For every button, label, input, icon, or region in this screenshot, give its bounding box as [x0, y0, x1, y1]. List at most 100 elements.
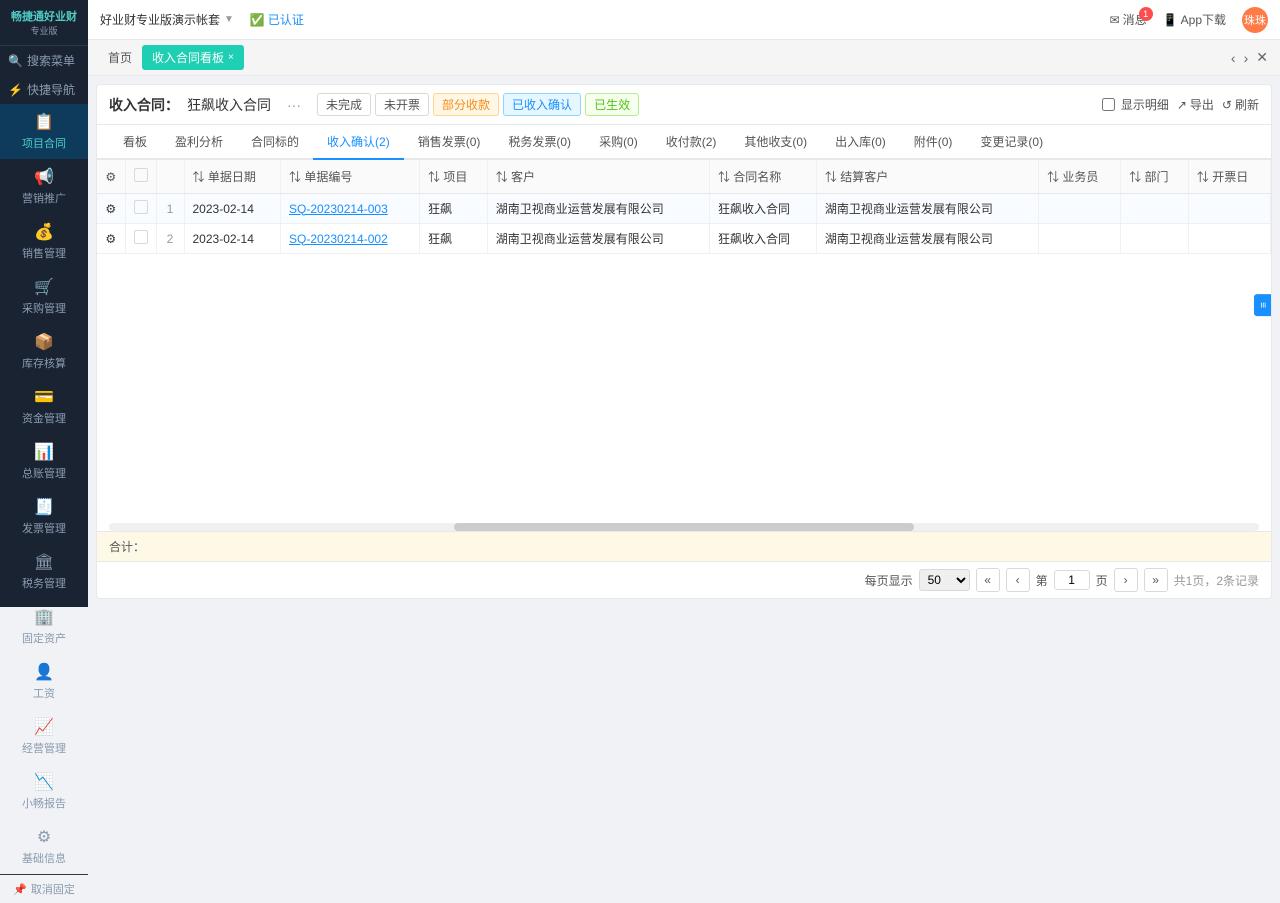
- th-department-label: ⇅ 部门: [1129, 170, 1168, 184]
- sub-tab-2[interactable]: 合同标的: [237, 125, 313, 160]
- sidebar-icon-invoice: 🧾: [34, 497, 54, 517]
- status-btn-2[interactable]: 部分收款: [433, 93, 499, 116]
- th-salesperson[interactable]: ⇅ 业务员: [1039, 160, 1121, 194]
- sidebar-bottom[interactable]: 📌 取消固定: [0, 874, 88, 903]
- status-btn-1[interactable]: 未开票: [375, 93, 429, 116]
- th-checkbox[interactable]: [125, 160, 156, 194]
- tab-prev-button[interactable]: ‹: [1231, 50, 1236, 66]
- th-project[interactable]: ⇅ 项目: [420, 160, 488, 194]
- record-link-1[interactable]: SQ-20230214-002: [289, 232, 388, 246]
- td-number-1[interactable]: SQ-20230214-002: [281, 224, 420, 254]
- message-button[interactable]: ✉ 消息 1: [1110, 11, 1147, 28]
- page-next-button[interactable]: ›: [1114, 568, 1138, 592]
- th-department[interactable]: ⇅ 部门: [1121, 160, 1189, 194]
- th-settings[interactable]: ⚙: [97, 160, 125, 194]
- tab-next-button[interactable]: ›: [1244, 50, 1249, 66]
- td-customer-0: 湖南卫视商业运营发展有限公司: [487, 194, 709, 224]
- status-btn-3[interactable]: 已收入确认: [503, 93, 581, 116]
- td-department-1: [1121, 224, 1189, 254]
- table-head: ⚙ ⇅ 单据日期 ⇅ 单据编号 ⇅ 项目 ⇅ 客户 ⇅ 合同名称 ⇅ 结算客户 …: [97, 160, 1271, 194]
- sidebar-item-invoice[interactable]: 🧾发票管理: [0, 489, 88, 544]
- sub-tab-8[interactable]: 其他收支(0): [730, 125, 821, 160]
- td-settings-1[interactable]: ⚙: [97, 224, 125, 254]
- th-contract[interactable]: ⇅ 合同名称: [709, 160, 816, 194]
- sidebar-item-project[interactable]: 📋项目合同: [0, 104, 88, 159]
- sub-tab-1[interactable]: 盈利分析: [161, 125, 237, 160]
- td-checkbox-0[interactable]: [125, 194, 156, 224]
- sidebar-icon-project: 📋: [34, 112, 54, 132]
- sub-tab-4[interactable]: 销售发票(0): [404, 125, 495, 160]
- sidebar-icon-base: ⚙: [37, 827, 51, 847]
- th-customer[interactable]: ⇅ 客户: [487, 160, 709, 194]
- refresh-button[interactable]: ↺ 刷新: [1222, 96, 1259, 113]
- page-label-after: 页: [1096, 572, 1108, 589]
- export-icon: ↗: [1177, 98, 1187, 112]
- sidebar-label-manage: 经营管理: [22, 740, 66, 756]
- th-date[interactable]: ⇅ 单据日期: [184, 160, 281, 194]
- sidebar-item-marketing[interactable]: 📢营销推广: [0, 159, 88, 214]
- status-btn-4[interactable]: 已生效: [585, 93, 639, 116]
- th-settlement[interactable]: ⇅ 结算客户: [816, 160, 1038, 194]
- row-checkbox-0[interactable]: [134, 200, 148, 214]
- sidebar-item-sales[interactable]: 💰销售管理: [0, 214, 88, 269]
- row-checkbox-1[interactable]: [134, 230, 148, 244]
- tab-close-all-button[interactable]: ✕: [1256, 49, 1268, 66]
- sidebar-item-manage[interactable]: 📈 经营管理: [0, 709, 88, 764]
- user-avatar[interactable]: 珠珠: [1242, 7, 1268, 33]
- select-all-checkbox[interactable]: [134, 168, 148, 182]
- page-last-button[interactable]: »: [1144, 568, 1168, 592]
- table-body: ⚙ 1 2023-02-14 SQ-20230214-003 狂飙 湖南卫视商业…: [97, 194, 1271, 254]
- status-btn-0[interactable]: 未完成: [317, 93, 371, 116]
- export-button[interactable]: ↗ 导出: [1177, 96, 1214, 113]
- page-prev-button[interactable]: ‹: [1006, 568, 1030, 592]
- sidebar-icon-manage: 📈: [34, 717, 54, 737]
- page-first-button[interactable]: «: [976, 568, 1000, 592]
- sidebar: 畅捷通好业财 专业版 🔍 搜索菜单 ⚡ 快捷导航 📋项目合同📢营销推广💰销售管理…: [0, 0, 88, 607]
- sidebar-item-fixed[interactable]: 🏢固定资产: [0, 599, 88, 654]
- tab-active[interactable]: 收入合同看板 ×: [142, 45, 244, 70]
- horizontal-scrollbar[interactable]: [109, 523, 1259, 531]
- th-number[interactable]: ⇅ 单据编号: [281, 160, 420, 194]
- sub-tab-5[interactable]: 税务发票(0): [494, 125, 585, 160]
- sidebar-item-hr[interactable]: 👤工资: [0, 654, 88, 709]
- th-settlement-label: ⇅ 结算客户: [825, 170, 888, 184]
- sidebar-quick-nav[interactable]: ⚡ 快捷导航: [0, 75, 88, 104]
- sub-tab-11[interactable]: 变更记录(0): [966, 125, 1057, 160]
- detail-checkbox-input[interactable]: [1102, 98, 1115, 111]
- tab-close-button[interactable]: ×: [228, 52, 234, 63]
- th-invoice-date[interactable]: ⇅ 开票日: [1188, 160, 1270, 194]
- sidebar-item-stock[interactable]: 📦库存核算: [0, 324, 88, 379]
- table-footer: 合计：: [97, 531, 1271, 561]
- th-invoice-date-label: ⇅ 开票日: [1197, 170, 1248, 184]
- sidebar-item-tax[interactable]: 🏛税务管理: [0, 544, 88, 599]
- sidebar-item-base[interactable]: ⚙基础信息: [0, 819, 88, 874]
- sub-tab-3[interactable]: 收入确认(2): [313, 125, 404, 160]
- app-download-button[interactable]: 📱 App下载: [1163, 11, 1226, 28]
- sidebar-item-report[interactable]: 📉小畅报告: [0, 764, 88, 819]
- show-detail-label: 显示明细: [1121, 96, 1169, 113]
- td-salesperson-1: [1039, 224, 1121, 254]
- per-page-select[interactable]: 50 100 200: [919, 569, 970, 591]
- more-options-button[interactable]: ···: [287, 97, 301, 113]
- sidebar-search[interactable]: 🔍 搜索菜单: [0, 46, 88, 75]
- sub-tab-0[interactable]: 看板: [109, 125, 161, 160]
- td-settings-0[interactable]: ⚙: [97, 194, 125, 224]
- sub-tab-10[interactable]: 附件(0): [900, 125, 967, 160]
- tab-home[interactable]: 首页: [100, 45, 140, 70]
- right-panel-button[interactable]: ≡: [1254, 294, 1271, 316]
- sub-tab-7[interactable]: 收付款(2): [652, 125, 731, 160]
- company-selector[interactable]: 好业财专业版演示帐套 ▼: [100, 11, 234, 28]
- sub-tab-6[interactable]: 采购(0): [585, 125, 652, 160]
- td-project-1: 狂飙: [420, 224, 488, 254]
- td-number-0[interactable]: SQ-20230214-003: [281, 194, 420, 224]
- sidebar-item-fund[interactable]: 💳资金管理: [0, 379, 88, 434]
- show-detail-checkbox[interactable]: 显示明细: [1102, 96, 1169, 113]
- sidebar-item-purchase[interactable]: 🛒采购管理: [0, 269, 88, 324]
- td-checkbox-1[interactable]: [125, 224, 156, 254]
- scroll-thumb[interactable]: [454, 523, 914, 531]
- page-number-input[interactable]: [1054, 570, 1090, 590]
- record-link-0[interactable]: SQ-20230214-003: [289, 202, 388, 216]
- logo-main: 畅捷通好业财: [4, 8, 84, 24]
- sub-tab-9[interactable]: 出入库(0): [821, 125, 900, 160]
- sidebar-item-general[interactable]: 📊总账管理: [0, 434, 88, 489]
